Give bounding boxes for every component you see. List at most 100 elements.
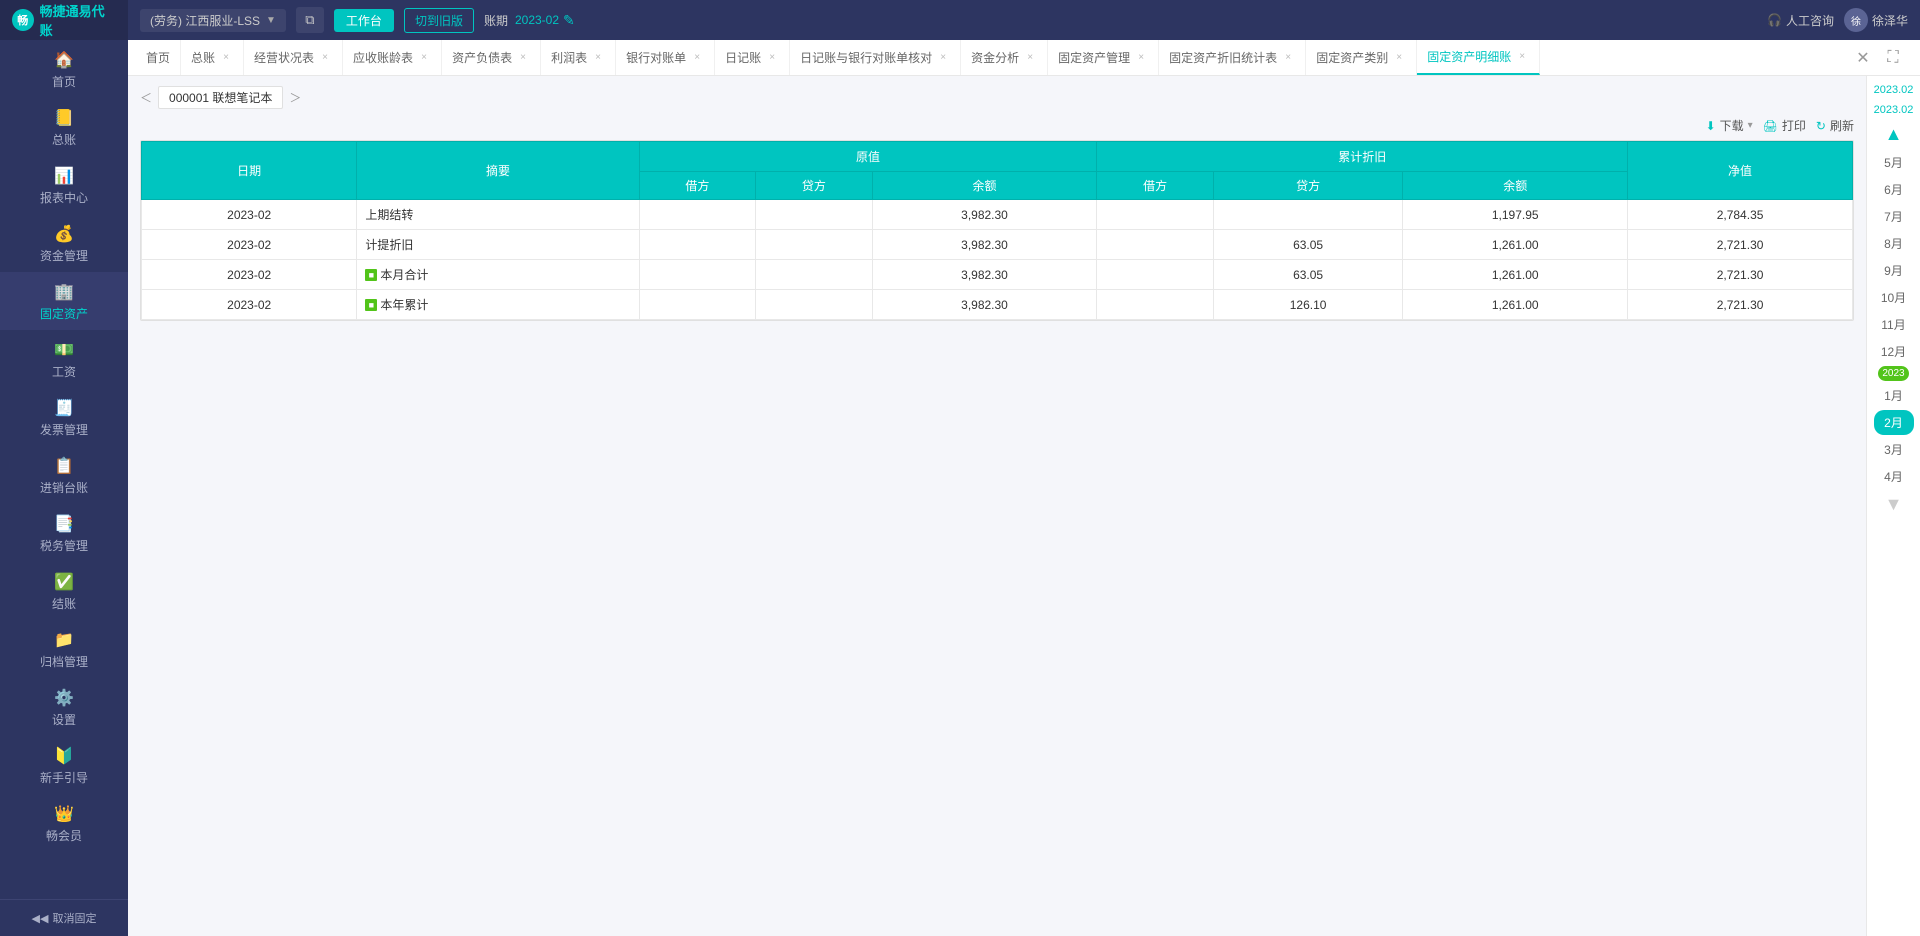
download-button[interactable]: ⬇ 下载 ▾ <box>1706 117 1753 134</box>
copy-button[interactable]: ⧉ <box>296 7 324 33</box>
tab-close-fa-category[interactable]: × <box>1392 51 1406 65</box>
sidebar-item-reports[interactable]: 📊报表中心 <box>0 156 128 214</box>
app-logo-icon: 畅 <box>12 9 34 31</box>
sidebar-item-member[interactable]: 👑畅会员 <box>0 794 128 852</box>
tab-bank-check[interactable]: 日记账与银行对账单核对× <box>790 40 961 75</box>
main-area: (劳务) 江西服业-LSS ▼ ⧉ 工作台 切到旧版 账期 2023-02 ✎ … <box>128 0 1920 936</box>
cell-date: 2023-02 <box>142 290 357 320</box>
sidebar-item-tax[interactable]: 📑税务管理 <box>0 504 128 562</box>
sidebar-item-settlement[interactable]: ✅结账 <box>0 562 128 620</box>
tab-close-bank[interactable]: × <box>690 51 704 65</box>
tab-close-fa-depreciation[interactable]: × <box>1281 51 1295 65</box>
tab-close-fa-detail[interactable]: × <box>1515 50 1529 64</box>
nav-forward-arrow[interactable]: ＞ <box>289 89 301 106</box>
th-orig-debit: 借方 <box>639 172 755 200</box>
sidebar-item-archive[interactable]: 📁归档管理 <box>0 620 128 678</box>
tab-label: 经营状况表 <box>254 49 314 66</box>
cell-orig-debit <box>639 260 755 290</box>
cell-orig-credit <box>756 290 872 320</box>
support-button[interactable]: 🎧 人工咨询 <box>1767 12 1834 29</box>
close-all-tabs-button[interactable]: ✕ <box>1852 47 1874 69</box>
tab-close-balance[interactable]: × <box>516 51 530 65</box>
tab-capital-analysis[interactable]: 资金分析× <box>961 40 1048 75</box>
sidebar-item-home[interactable]: 🏠首页 <box>0 40 128 98</box>
sidebar-item-invoice[interactable]: 🧾发票管理 <box>0 388 128 446</box>
sidebar-item-fixed-assets[interactable]: 🏢固定资产 <box>0 272 128 330</box>
sidebar-footer-unpin[interactable]: ◀◀ 取消固定 <box>0 899 128 936</box>
company-selector[interactable]: (劳务) 江西服业-LSS ▼ <box>140 9 286 32</box>
cell-orig-balance: 3,982.30 <box>872 200 1097 230</box>
tab-label: 固定资产折旧统计表 <box>1169 49 1277 66</box>
cell-date: 2023-02 <box>142 230 357 260</box>
tab-close-ledger[interactable]: × <box>219 51 233 65</box>
th-dep-balance: 余额 <box>1403 172 1628 200</box>
timeline-month-6月[interactable]: 6月 <box>1874 177 1914 202</box>
tab-journal[interactable]: 日记账× <box>715 40 790 75</box>
timeline-month-5月[interactable]: 5月 <box>1874 150 1914 175</box>
cell-summary: ■本年累计 <box>357 290 639 320</box>
timeline-date-link[interactable]: 2023.02 <box>1867 100 1920 120</box>
sidebar-item-capital[interactable]: 💰资金管理 <box>0 214 128 272</box>
member-icon: 👑 <box>54 804 74 824</box>
workbench-button[interactable]: 工作台 <box>334 9 394 32</box>
timeline-month-12月[interactable]: 12月 <box>1874 339 1914 364</box>
sidebar-item-label: 归档管理 <box>40 653 88 670</box>
timeline-month-8月[interactable]: 8月 <box>1874 231 1914 256</box>
sidebar-item-settings[interactable]: ⚙️设置 <box>0 678 128 736</box>
expand-tabbar-button[interactable]: ⛶ <box>1882 47 1904 69</box>
timeline-month-2023-3月[interactable]: 3月 <box>1874 437 1914 462</box>
switch-version-button[interactable]: 切到旧版 <box>404 8 474 33</box>
timeline-month-11月[interactable]: 11月 <box>1874 312 1914 337</box>
asset-nav-item[interactable]: 000001 联想笔记本 <box>158 86 283 109</box>
settings-icon: ⚙️ <box>54 688 74 708</box>
timeline-up-button[interactable]: ▲ <box>1885 120 1903 149</box>
cell-summary: 上期结转 <box>357 200 639 230</box>
tab-close-fa-mgmt[interactable]: × <box>1134 51 1148 65</box>
timeline-down-button[interactable]: ▼ <box>1885 490 1903 519</box>
sidebar-item-label: 工资 <box>52 363 76 380</box>
tab-close-business[interactable]: × <box>318 51 332 65</box>
timeline-month-2023-4月[interactable]: 4月 <box>1874 464 1914 489</box>
timeline-month-2023-2月[interactable]: 2月 <box>1874 410 1914 435</box>
refresh-button[interactable]: ↻ 刷新 <box>1816 117 1854 134</box>
tab-balance[interactable]: 资产负债表× <box>442 40 541 75</box>
tab-close-receivable[interactable]: × <box>417 51 431 65</box>
tab-close-capital-analysis[interactable]: × <box>1023 51 1037 65</box>
tab-fa-category[interactable]: 固定资产类别× <box>1306 40 1417 75</box>
sidebar-item-guide[interactable]: 🔰新手引导 <box>0 736 128 794</box>
tab-label: 利润表 <box>551 49 587 66</box>
table-row: 2023-02 上期结转 3,982.30 1,197.95 2,784.35 <box>142 200 1853 230</box>
tab-close-bank-check[interactable]: × <box>936 51 950 65</box>
tab-fa-depreciation[interactable]: 固定资产折旧统计表 × <box>1159 40 1306 75</box>
sidebar-nav: 🏠首页📒总账📊报表中心💰资金管理🏢固定资产💵工资🧾发票管理📋进销台账📑税务管理✅… <box>0 40 128 899</box>
nav-back-arrow[interactable]: ＜ <box>140 89 152 106</box>
tab-fa-mgmt[interactable]: 固定资产管理× <box>1048 40 1159 75</box>
print-button[interactable]: 🖨 打印 <box>1763 117 1806 134</box>
tab-profit[interactable]: 利润表 × <box>541 40 616 75</box>
sidebar-item-salary[interactable]: 💵工资 <box>0 330 128 388</box>
guide-icon: 🔰 <box>54 746 74 766</box>
timeline-date-link[interactable]: 2023.02 <box>1867 80 1920 100</box>
user-menu[interactable]: 徐 徐泽华 <box>1844 8 1908 32</box>
period-edit-icon[interactable]: ✎ <box>563 12 575 29</box>
cell-dep-balance: 1,261.00 <box>1403 230 1628 260</box>
tab-business[interactable]: 经营状况表 × <box>244 40 343 75</box>
sidebar-item-ledger[interactable]: 📒总账 <box>0 98 128 156</box>
timeline-month-2023-1月[interactable]: 1月 <box>1874 383 1914 408</box>
tab-fa-detail[interactable]: 固定资产明细账× <box>1417 40 1540 75</box>
tabbar: 首页总账×经营状况表×应收账龄表×资产负债表×利润表×银行对账单×日记账×日记账… <box>128 40 1920 76</box>
print-icon: 🖨 <box>1763 119 1778 133</box>
tab-close-profit[interactable]: × <box>591 51 605 65</box>
sidebar: 畅 畅捷通易代账 🏠首页📒总账📊报表中心💰资金管理🏢固定资产💵工资🧾发票管理📋进… <box>0 0 128 936</box>
tab-receivable[interactable]: 应收账龄表× <box>343 40 442 75</box>
timeline-month-7月[interactable]: 7月 <box>1874 204 1914 229</box>
timeline-month-9月[interactable]: 9月 <box>1874 258 1914 283</box>
tab-home[interactable]: 首页 <box>136 40 181 75</box>
topbar: (劳务) 江西服业-LSS ▼ ⧉ 工作台 切到旧版 账期 2023-02 ✎ … <box>128 0 1920 40</box>
timeline-month-10月[interactable]: 10月 <box>1874 285 1914 310</box>
tab-close-journal[interactable]: × <box>765 51 779 65</box>
sidebar-item-sales[interactable]: 📋进销台账 <box>0 446 128 504</box>
tab-ledger[interactable]: 总账× <box>181 40 244 75</box>
tab-bank[interactable]: 银行对账单× <box>616 40 715 75</box>
refresh-icon: ↻ <box>1816 119 1826 133</box>
